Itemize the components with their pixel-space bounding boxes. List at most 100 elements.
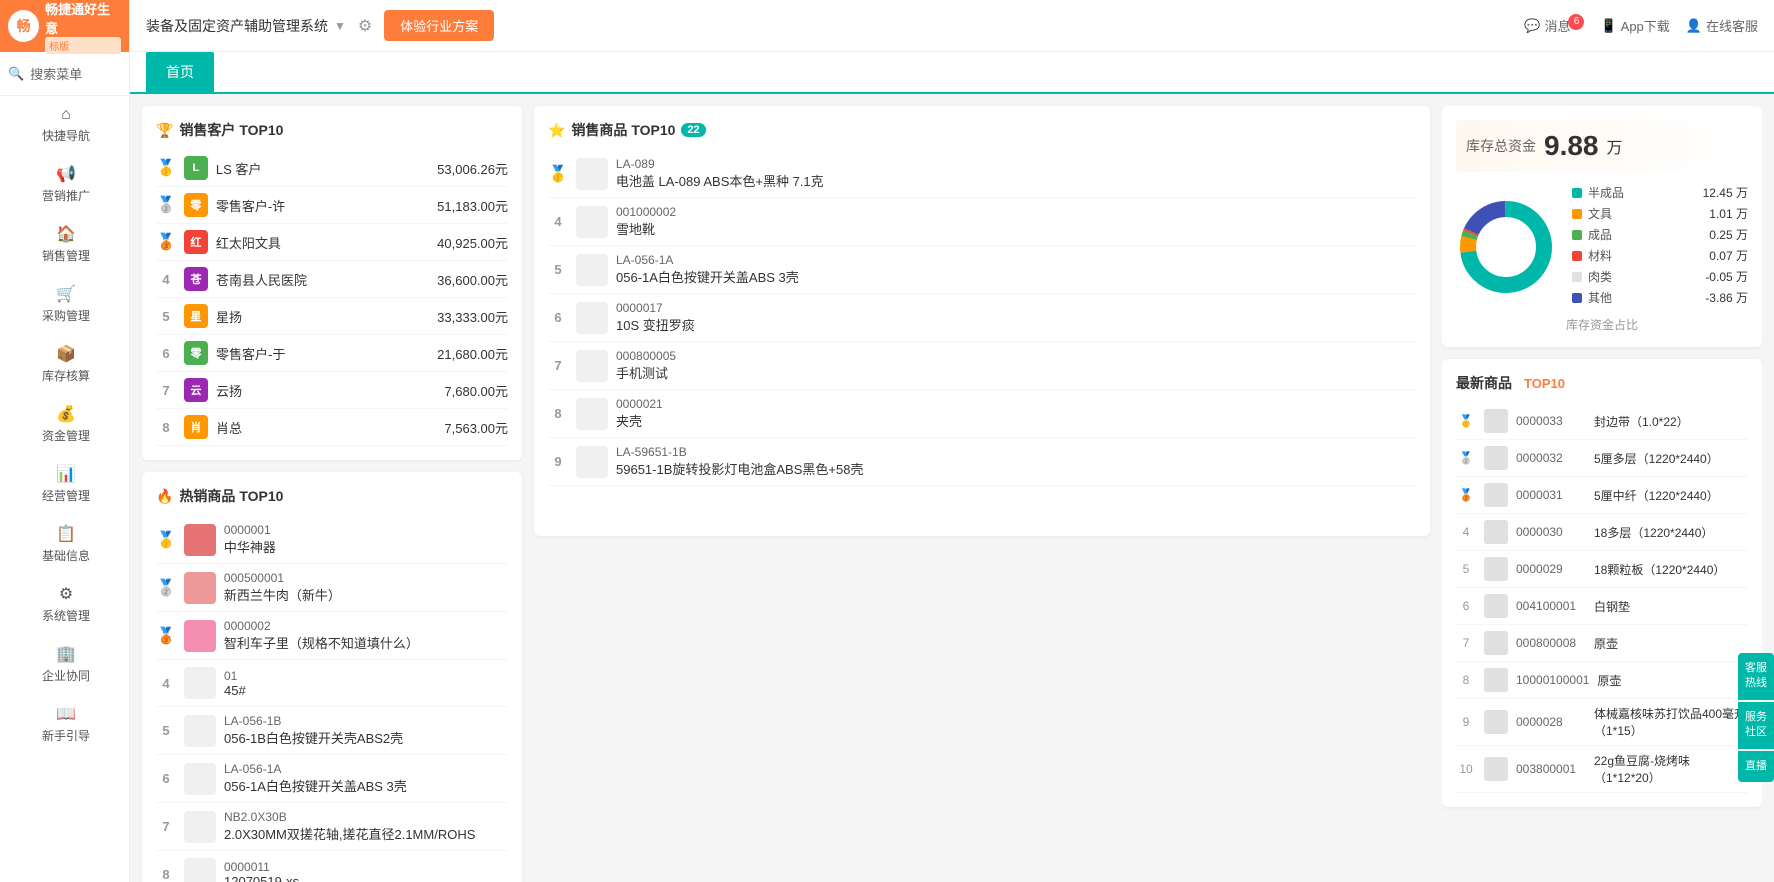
search-menu-button[interactable]: 🔍 搜索菜单 [8,60,121,87]
customer-name: 云扬 [216,381,436,400]
legend-item: 成品 0.25 万 [1572,226,1748,243]
customer-name: 肖总 [216,418,436,437]
topbar-right: 💬 消息 6 📱 App下载 👤 在线客服 [1524,16,1758,35]
list-item: 7 000800005 手机测试 [548,342,1416,390]
list-item: 5 LA-056-1A 056-1A白色按键开关盖ABS 3壳 [548,246,1416,294]
legend-item: 文具 1.01 万 [1572,205,1748,222]
home-icon: ⌂ [61,106,71,124]
sidebar-nav: ⌂ 快捷导航 📢 营销推广 🏠 销售管理 🛒 采购管理 📦 库存核算 💰 资金管… [0,96,129,882]
message-button[interactable]: 💬 消息 6 [1524,16,1584,35]
sidebar-item-corporate[interactable]: 🏢 企业协同 [0,634,129,694]
list-item: 6 零 零售客户-于 21,680.00元 [156,335,508,372]
customer-name: 星扬 [216,307,429,326]
sidebar-logo-text: 畅捷通好生意 标版 [45,0,121,54]
sidebar-item-label: 库存核算 [42,367,90,384]
product-image [576,398,608,430]
sidebar-item-label: 新手引导 [42,727,90,744]
list-item: 🥉 0000031 5厘中纤（1220*2440） [1456,477,1748,514]
product-image [576,350,608,382]
settings-icon[interactable]: ⚙ [358,16,372,36]
product-image [576,254,608,286]
list-item: 🥈 零 零售客户-许 51,183.00元 [156,187,508,224]
tab-home[interactable]: 首页 [146,52,214,92]
list-item: 7 000800008 原壶 [1456,625,1748,662]
search-icon: 🔍 [8,66,24,82]
sidebar-item-home[interactable]: ⌂ 快捷导航 [0,96,129,154]
sidebar-badge: 标版 [45,37,121,54]
float-btn-service[interactable]: 客服热线 [1738,653,1774,700]
hot-products-list: 🥇 0000001 中华神器 🥈 000500001 [156,516,508,882]
list-item: 8 10000100001 原壶 [1456,662,1748,699]
list-item: 7 NB2.0X30B 2.0X30MM双搓花轴,搓花直径2.1MM/ROHS [156,803,508,851]
newest-products-list: 🥇 0000033 封边带（1.0*22） 🥈 0000032 5厘多层（122… [1456,403,1748,793]
sidebar-item-operation[interactable]: 📊 经营管理 [0,454,129,514]
product-image [576,302,608,334]
donut-svg [1456,197,1556,297]
list-item: 8 0000021 夹壳 [548,390,1416,438]
customer-value: 33,333.00元 [437,307,508,326]
list-item: 🥇 0000001 中华神器 [156,516,508,564]
corporate-icon: 🏢 [56,644,76,664]
sidebar-item-finance[interactable]: 💰 资金管理 [0,394,129,454]
app-download-button[interactable]: 📱 App下载 [1600,16,1669,35]
sidebar-search-area[interactable]: 🔍 搜索菜单 [0,52,129,96]
product-image [1484,710,1508,734]
legend-item: 半成品 12.45 万 [1572,184,1748,201]
product-image [184,858,216,882]
sidebar-item-system[interactable]: ⚙ 系统管理 [0,574,129,634]
system-name: 装备及固定资产辅助管理系统 ▼ [146,16,346,36]
legend-dot [1572,209,1582,219]
sidebar-item-purchase[interactable]: 🛒 采购管理 [0,274,129,334]
avatar: 肖 [184,415,208,439]
medal-icon: 🥇 [156,158,176,178]
sales-icon: 🏠 [56,224,76,244]
medal-icon: 🥈 [156,195,176,215]
product-image [576,206,608,238]
message-badge: 6 [1568,14,1584,30]
float-btn-live[interactable]: 直播 [1738,751,1774,782]
list-item: 🥇 0000033 封边带（1.0*22） [1456,403,1748,440]
product-image [1484,557,1508,581]
list-item: 🥇 LA-089 电池盖 LA-089 ABS本色+黑种 7.1克 [548,150,1416,198]
legend-dot [1572,272,1582,282]
sidebar-item-label: 采购管理 [42,307,90,324]
customer-value: 53,006.26元 [437,159,508,178]
customer-value: 36,600.00元 [437,270,508,289]
avatar: 星 [184,304,208,328]
customer-name: 红太阳文具 [216,233,429,252]
list-item: 8 0000011 12070519-xs [156,851,508,882]
trophy-icon: 🏆 [156,122,173,139]
customer-ranking-card: 🏆 销售客户 TOP10 🥇 L LS 客户 53,006.26元 [142,106,522,460]
legend-dot [1572,188,1582,198]
list-item: 5 LA-056-1B 056-1B白色按键开关壳ABS2壳 [156,707,508,755]
trial-button[interactable]: 体验行业方案 [384,10,494,41]
basic-icon: 📋 [56,524,76,544]
list-item: 9 LA-59651-1B 59651-1B旋转投影灯电池盒ABS黑色+58壳 [548,438,1416,486]
sidebar-item-label: 营销推广 [42,187,90,204]
list-item: 🥉 0000002 智利车子里（规格不知道填什么） [156,612,508,660]
donut-legend: 半成品 12.45 万 文具 1.01 万 成品 0 [1572,184,1748,310]
product-image [1484,483,1508,507]
sidebar-item-basic[interactable]: 📋 基础信息 [0,514,129,574]
purchase-icon: 🛒 [56,284,76,304]
finance-icon: 💰 [56,404,76,424]
sidebar-item-guide[interactable]: 📖 新手引导 [0,694,129,754]
customer-ranking-list: 🥇 L LS 客户 53,006.26元 🥈 零 零售客户-许 51,183.0… [156,150,508,446]
online-service-button[interactable]: 👤 在线客服 [1686,16,1758,35]
product-image [184,811,216,843]
legend-dot [1572,230,1582,240]
sidebar-item-inventory[interactable]: 📦 库存核算 [0,334,129,394]
customer-name: 零售客户-于 [216,344,429,363]
product-image [184,524,216,556]
sidebar-item-marketing[interactable]: 📢 营销推广 [0,154,129,214]
product-image [576,446,608,478]
list-item: 6 LA-056-1A 056-1A白色按键开关盖ABS 3壳 [156,755,508,803]
customer-name: LS 客户 [216,159,429,178]
float-btn-community[interactable]: 服务社区 [1738,702,1774,749]
sidebar-item-sales[interactable]: 🏠 销售管理 [0,214,129,274]
product-image [184,763,216,795]
customer-value: 7,563.00元 [444,418,508,437]
list-item: 4 01 45# [156,660,508,707]
customer-name: 苍南县人民医院 [216,270,429,289]
list-item: 8 肖 肖总 7,563.00元 [156,409,508,446]
